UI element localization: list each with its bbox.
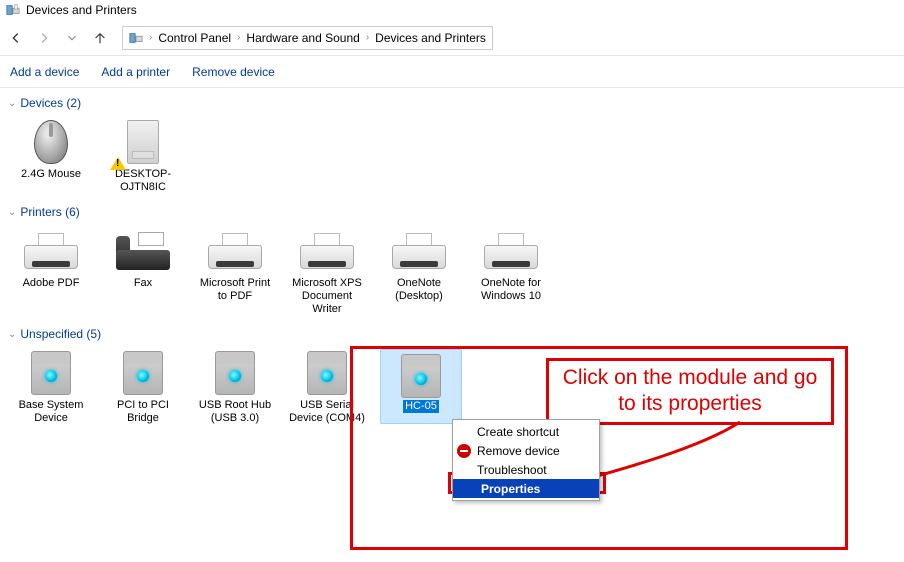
nav-up-icon[interactable] <box>92 30 108 46</box>
annotation-text: Click on the module and go to its proper… <box>563 366 818 415</box>
generic-device-icon <box>123 351 163 395</box>
printer-item[interactable]: OneNote (Desktop) <box>380 227 458 315</box>
fax-icon <box>116 232 170 270</box>
device-label: 2.4G Mouse <box>21 166 81 181</box>
menu-label: Remove device <box>477 444 560 458</box>
menu-item-create-shortcut[interactable]: Create shortcut <box>453 422 599 441</box>
generic-device-icon <box>215 351 255 395</box>
printer-icon <box>300 233 354 269</box>
context-menu: Create shortcut Remove device Troublesho… <box>452 419 600 501</box>
device-item[interactable]: USB Root Hub (USB 3.0) <box>196 349 274 424</box>
printer-item[interactable]: Microsoft Print to PDF <box>196 227 274 315</box>
nav-recent-icon[interactable] <box>64 30 80 46</box>
printer-icon <box>24 233 78 269</box>
printer-item[interactable]: Adobe PDF <box>12 227 90 315</box>
printer-item[interactable]: Fax <box>104 227 182 315</box>
nav-forward-icon[interactable] <box>36 30 52 46</box>
printer-label: Adobe PDF <box>23 275 80 290</box>
device-label: Base System Device <box>12 397 90 424</box>
chevron-down-icon: ⌄ <box>8 329 16 340</box>
navbar: › Control Panel › Hardware and Sound › D… <box>0 20 904 56</box>
breadcrumb-root[interactable]: Control Panel <box>158 31 231 45</box>
breadcrumb-l1[interactable]: Hardware and Sound <box>246 31 359 45</box>
chevron-down-icon: ⌄ <box>8 207 16 218</box>
add-device-button[interactable]: Add a device <box>10 65 79 79</box>
device-item[interactable]: 2.4G Mouse <box>12 118 90 193</box>
printer-label: Microsoft Print to PDF <box>196 275 274 302</box>
chevron-right-icon: › <box>237 32 240 43</box>
chevron-down-icon: ⌄ <box>8 98 16 109</box>
device-label: DESKTOP-OJTN8IC <box>104 166 182 193</box>
printer-icon <box>484 233 538 269</box>
section-header-unspecified[interactable]: ⌄ Unspecified (5) <box>8 327 896 341</box>
address-bar[interactable]: › Control Panel › Hardware and Sound › D… <box>122 26 493 50</box>
section-title: Unspecified (5) <box>20 327 101 341</box>
menu-label: Properties <box>481 482 540 496</box>
annotation-callout: Click on the module and go to its proper… <box>546 358 834 425</box>
device-item[interactable]: PCI to PCI Bridge <box>104 349 182 424</box>
remove-icon <box>457 444 471 458</box>
printer-label: OneNote (Desktop) <box>380 275 458 302</box>
printer-icon <box>392 233 446 269</box>
device-label: PCI to PCI Bridge <box>104 397 182 424</box>
warning-badge-icon <box>110 157 126 170</box>
computer-tower-icon <box>127 120 159 164</box>
printer-label: OneNote for Windows 10 <box>472 275 550 302</box>
titlebar: Devices and Printers <box>0 0 904 20</box>
device-item[interactable]: DESKTOP-OJTN8IC <box>104 118 182 193</box>
menu-item-remove-device[interactable]: Remove device <box>453 441 599 460</box>
command-bar: Add a device Add a printer Remove device <box>0 56 904 88</box>
generic-device-icon <box>31 351 71 395</box>
devices-printers-icon <box>6 3 20 17</box>
chevron-right-icon: › <box>149 32 152 43</box>
section-title: Devices (2) <box>20 96 81 110</box>
nav-back-icon[interactable] <box>8 30 24 46</box>
printer-item[interactable]: Microsoft XPS Document Writer <box>288 227 366 315</box>
printer-icon <box>208 233 262 269</box>
printer-label: Fax <box>134 275 152 290</box>
printer-item[interactable]: OneNote for Windows 10 <box>472 227 550 315</box>
menu-label: Troubleshoot <box>477 463 547 477</box>
add-printer-button[interactable]: Add a printer <box>101 65 170 79</box>
breadcrumb-l2[interactable]: Devices and Printers <box>375 31 486 45</box>
generic-device-icon <box>307 351 347 395</box>
printer-label: Microsoft XPS Document Writer <box>288 275 366 315</box>
window-title: Devices and Printers <box>26 3 137 17</box>
section-header-printers[interactable]: ⌄ Printers (6) <box>8 205 896 219</box>
section-title: Printers (6) <box>20 205 79 219</box>
section-header-devices[interactable]: ⌄ Devices (2) <box>8 96 896 110</box>
menu-label: Create shortcut <box>477 425 559 439</box>
devices-printers-icon <box>129 31 143 45</box>
device-item[interactable]: Base System Device <box>12 349 90 424</box>
menu-item-troubleshoot[interactable]: Troubleshoot <box>453 460 599 479</box>
device-label: USB Root Hub (USB 3.0) <box>196 397 274 424</box>
mouse-icon <box>34 120 68 164</box>
menu-item-properties[interactable]: Properties <box>453 479 599 498</box>
chevron-right-icon: › <box>366 32 369 43</box>
remove-device-button[interactable]: Remove device <box>192 65 275 79</box>
